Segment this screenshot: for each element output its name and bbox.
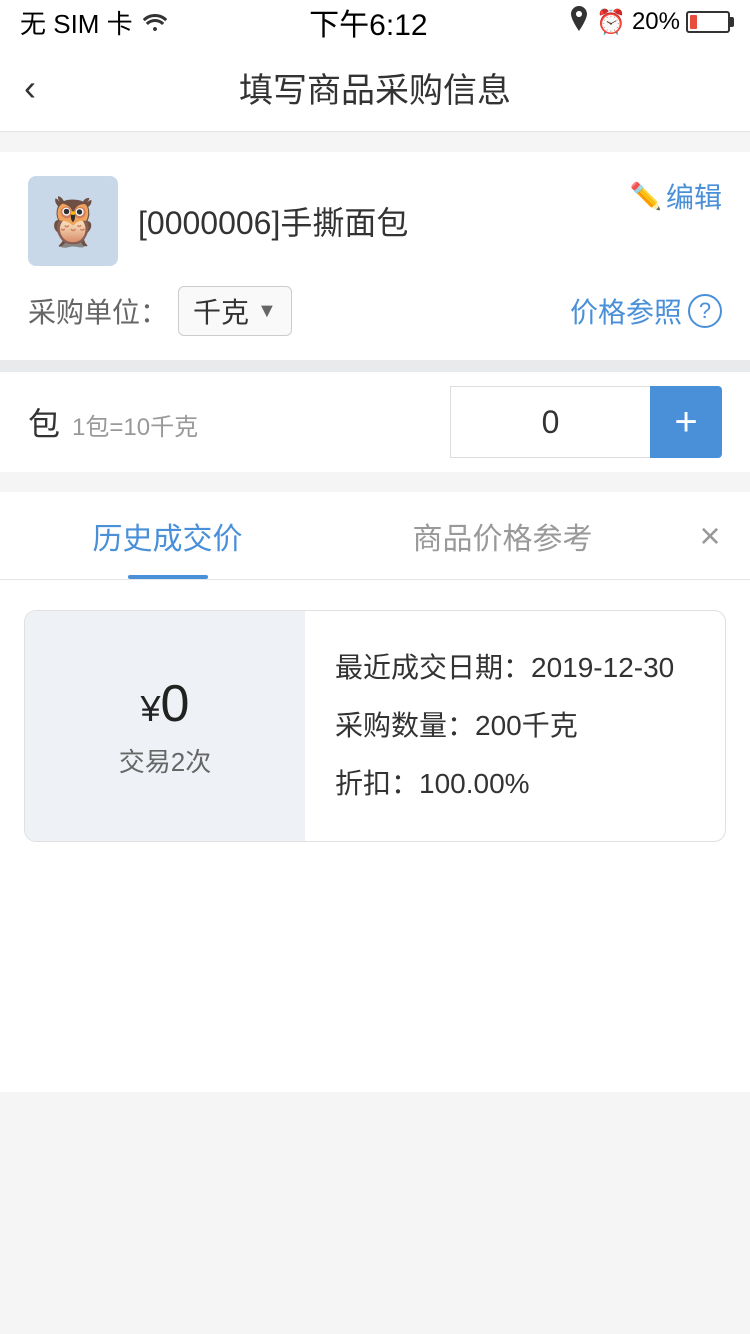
unit-label: 采购单位： [28, 291, 168, 331]
purchase-qty-row: 采购数量：200千克 [335, 705, 695, 747]
bottom-panel: 历史成交价 商品价格参考 × ¥0 交易2次 最近成交日期：2019-12-30… [0, 492, 750, 1092]
tab-history-price-label: 历史成交价 [93, 514, 243, 558]
status-right: ⏰ 20% [568, 6, 730, 39]
price-amount: ¥0 [141, 674, 190, 734]
discount-row: 折扣：100.00% [335, 763, 695, 805]
recent-date-row: 最近成交日期：2019-12-30 [335, 647, 695, 689]
location-icon [568, 6, 590, 39]
nav-bar: ‹ 填写商品采购信息 [0, 44, 750, 132]
purchase-qty-value: 200千克 [475, 710, 578, 741]
quantity-label-group: 包 1包=10千克 [28, 399, 198, 445]
product-section: 🦉 [0000006]手撕面包 ✏️ 编辑 采购单位： 千克 ▼ 价格参照 ? [0, 152, 750, 360]
tabs-row: 历史成交价 商品价格参考 × [0, 492, 750, 580]
tab-price-reference[interactable]: 商品价格参考 [335, 492, 670, 579]
quantity-input[interactable]: 0 [450, 386, 650, 458]
price-card-left: ¥0 交易2次 [25, 611, 305, 841]
price-card: ¥0 交易2次 最近成交日期：2019-12-30 采购数量：200千克 折扣：… [24, 610, 726, 842]
price-ref-label: 价格参照 [570, 291, 682, 331]
alarm-icon: ⏰ [596, 8, 626, 37]
quantity-section: 包 1包=10千克 0 + [0, 372, 750, 472]
tab-close-button[interactable]: × [670, 515, 750, 557]
no-sim-label: 无 SIM 卡 [20, 4, 133, 41]
quantity-value: 0 [542, 404, 560, 441]
section-divider [0, 360, 750, 372]
unit-value: 千克 [193, 291, 249, 331]
back-button[interactable]: ‹ [24, 67, 36, 109]
product-thumbnail: 🦉 [28, 176, 118, 266]
product-unit-row: 采购单位： 千克 ▼ 价格参照 ? [28, 286, 722, 336]
quantity-plus-button[interactable]: + [650, 386, 722, 458]
recent-date-label: 最近成交日期： [335, 652, 531, 683]
edit-button[interactable]: ✏️ 编辑 [630, 176, 722, 216]
price-card-right: 最近成交日期：2019-12-30 采购数量：200千克 折扣：100.00% [305, 611, 725, 841]
product-image: 🦉 [43, 193, 103, 250]
wifi-icon [141, 7, 169, 38]
battery-percent: 20% [632, 8, 680, 36]
discount-value: 100.00% [419, 768, 530, 799]
status-left: 无 SIM 卡 [20, 4, 169, 41]
tab-history-price[interactable]: 历史成交价 [0, 492, 335, 579]
recent-date-value: 2019-12-30 [531, 652, 674, 683]
unit-dropdown-arrow: ▼ [257, 300, 277, 323]
discount-label: 折扣： [335, 768, 419, 799]
quantity-control: 0 + [450, 386, 722, 458]
price-number-value: 0 [161, 675, 190, 733]
product-name: [0000006]手撕面包 [138, 198, 408, 244]
purchase-qty-label: 采购数量： [335, 710, 475, 741]
price-ref-question-icon: ? [688, 294, 722, 328]
edit-icon: ✏️ [630, 181, 662, 212]
price-yen-symbol: ¥ [141, 688, 161, 729]
price-ref-button[interactable]: 价格参照 ? [570, 291, 722, 331]
conversion-label: 1包=10千克 [72, 407, 198, 442]
trade-count: 交易2次 [119, 742, 211, 779]
product-header: 🦉 [0000006]手撕面包 ✏️ 编辑 [28, 176, 722, 266]
product-left: 🦉 [0000006]手撕面包 [28, 176, 408, 266]
package-unit-label: 包 [28, 399, 60, 445]
unit-select[interactable]: 千克 ▼ [178, 286, 292, 336]
status-bar: 无 SIM 卡 下午6:12 ⏰ 20% [0, 0, 750, 44]
tab-price-reference-label: 商品价格参考 [413, 514, 593, 558]
battery-icon [686, 11, 730, 33]
page-title: 填写商品采购信息 [239, 63, 511, 112]
time-display: 下午6:12 [309, 0, 427, 44]
